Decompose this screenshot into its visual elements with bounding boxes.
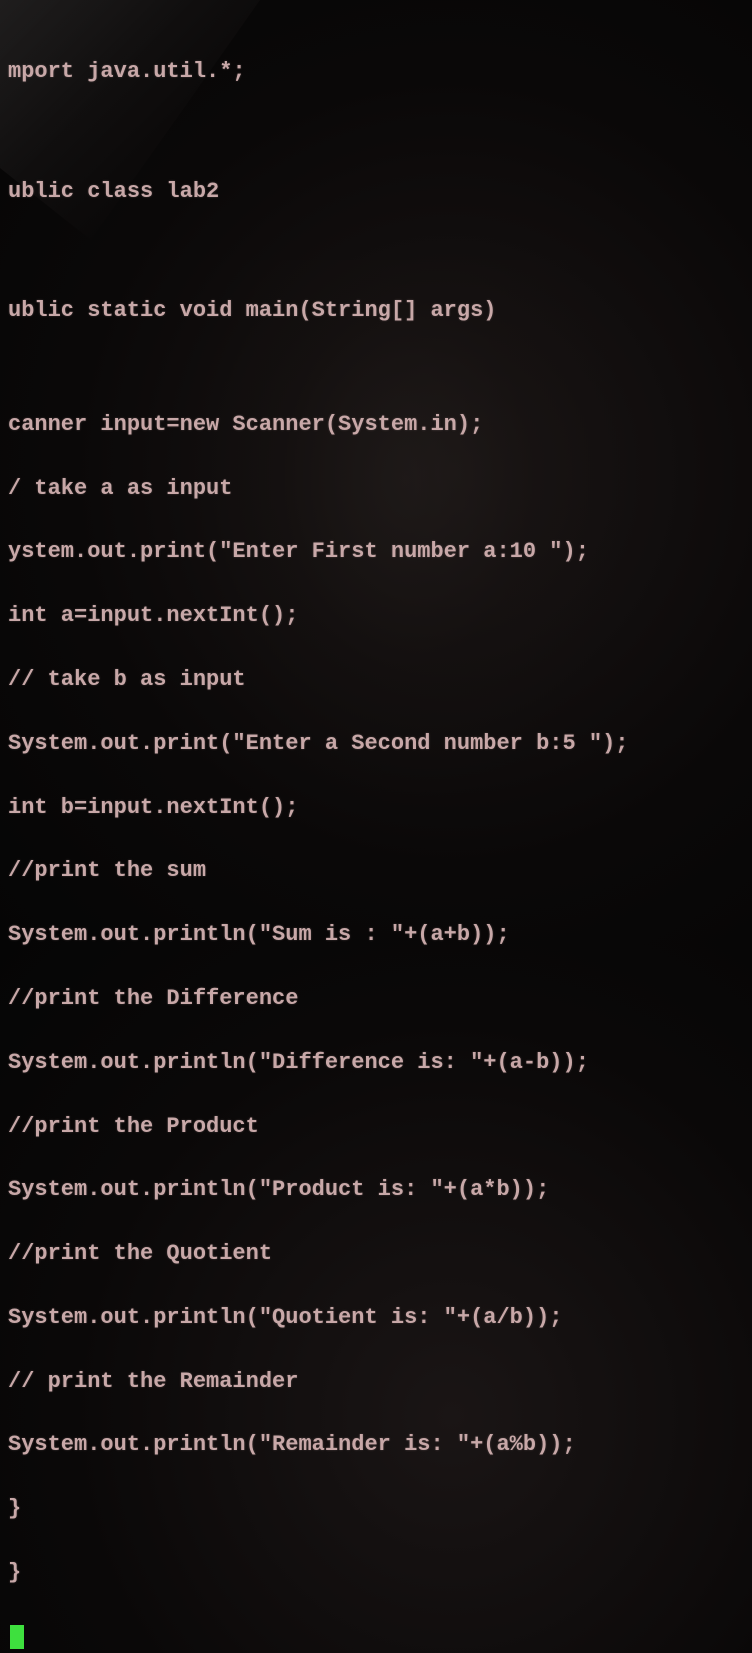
text-cursor (10, 1625, 24, 1649)
code-line: System.out.print("Enter a Second number … (8, 728, 752, 760)
code-line (8, 365, 752, 377)
code-editor[interactable]: mport java.util.*; ublic class lab2 ubli… (8, 18, 752, 1653)
code-line: / take a as input (8, 473, 752, 505)
code-line: ublic class lab2 (8, 170, 752, 214)
code-line (8, 245, 752, 257)
code-line: System.out.println("Sum is : "+(a+b)); (8, 919, 752, 951)
code-line: int a=input.nextInt(); (8, 600, 752, 632)
code-line: ublic static void main(String[] args) (8, 289, 752, 333)
code-line: // print the Remainder (8, 1366, 752, 1398)
code-line: } (8, 1557, 752, 1589)
code-line: //print the Difference (8, 983, 752, 1015)
code-line: System.out.println("Difference is: "+(a-… (8, 1047, 752, 1079)
code-line: System.out.println("Remainder is: "+(a%b… (8, 1429, 752, 1461)
code-line: //print the Quotient (8, 1238, 752, 1270)
code-line: System.out.println("Product is: "+(a*b))… (8, 1174, 752, 1206)
code-line: //print the sum (8, 855, 752, 887)
code-line: canner input=new Scanner(System.in); (8, 409, 752, 441)
code-line: //print the Product (8, 1111, 752, 1143)
code-line: } (8, 1493, 752, 1525)
code-line: int b=input.nextInt(); (8, 792, 752, 824)
code-line (8, 126, 752, 138)
code-line: // take b as input (8, 664, 752, 696)
code-line: mport java.util.*; (8, 50, 752, 94)
code-line: ystem.out.print("Enter First number a:10… (8, 536, 752, 568)
code-line: System.out.println("Quotient is: "+(a/b)… (8, 1302, 752, 1334)
